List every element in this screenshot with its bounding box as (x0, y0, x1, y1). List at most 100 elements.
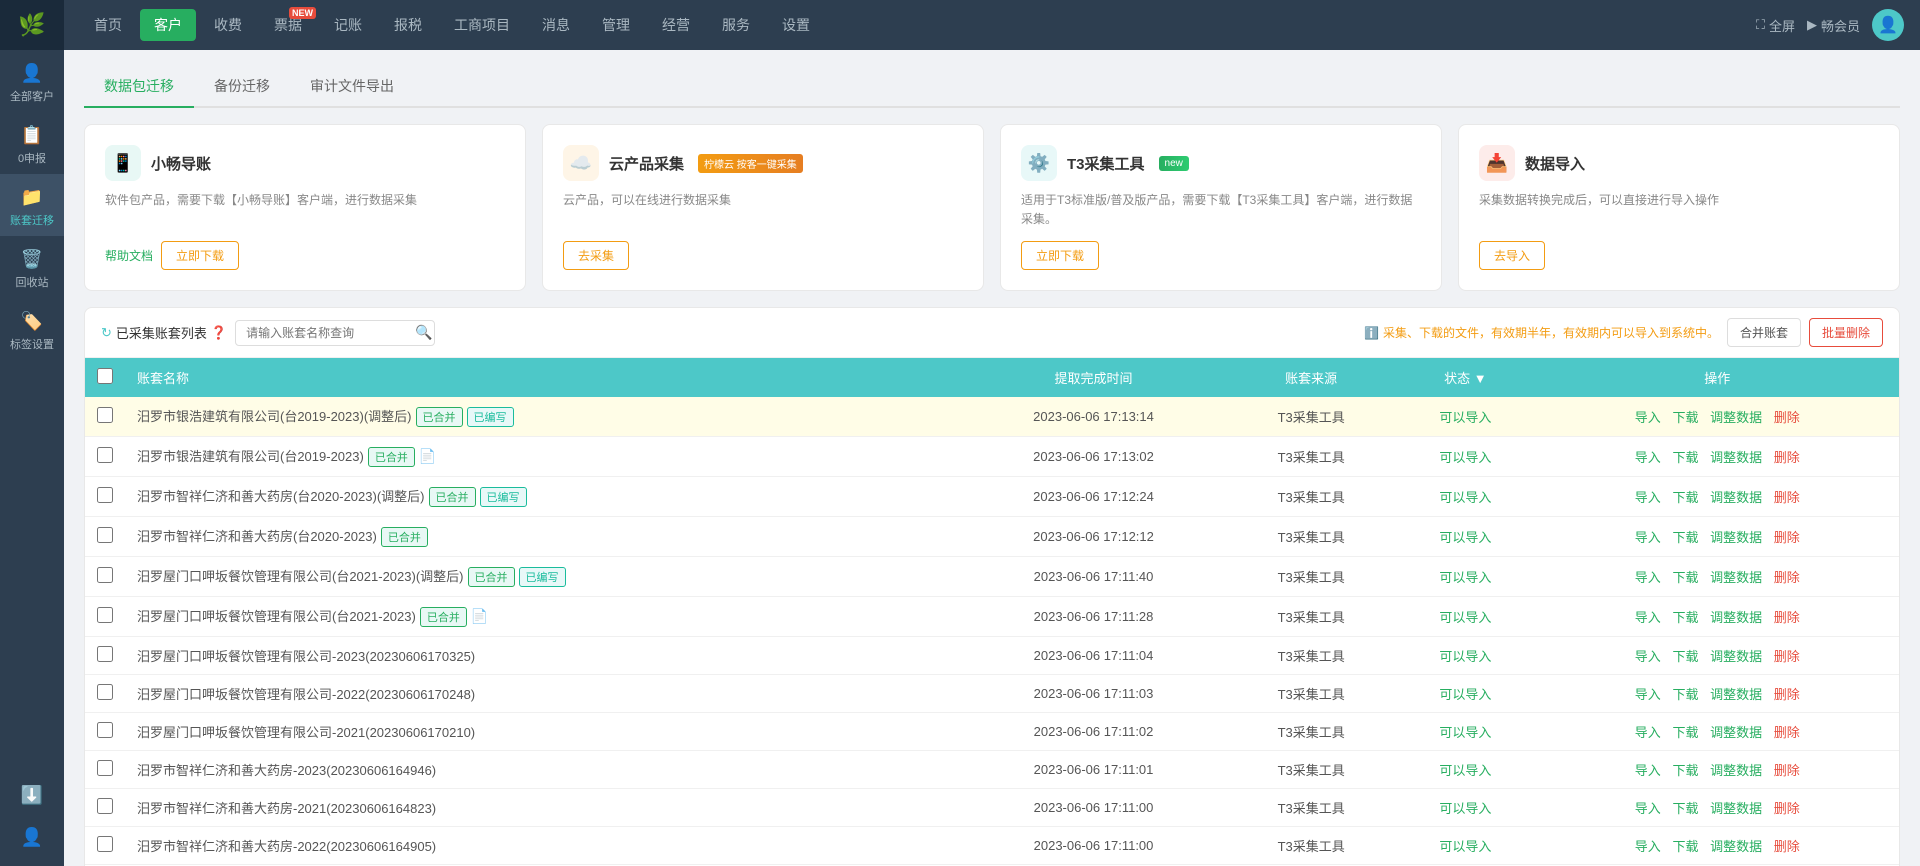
nav-home[interactable]: 首页 (80, 9, 136, 41)
import-btn[interactable]: 导入 (1631, 407, 1665, 426)
sidebar-item-recycle[interactable]: 🗑️ 回收站 (0, 236, 64, 298)
delete-btn[interactable]: 删除 (1770, 487, 1804, 506)
import-btn[interactable]: 导入 (1631, 487, 1665, 506)
row-checkbox[interactable] (97, 567, 113, 583)
tab-data-migration[interactable]: 数据包迁移 (84, 66, 194, 108)
row-checkbox[interactable] (97, 798, 113, 814)
row-checkbox-cell[interactable] (85, 517, 125, 557)
delete-btn[interactable]: 删除 (1770, 527, 1804, 546)
user-avatar[interactable]: 👤 (1872, 9, 1904, 41)
row-checkbox-cell[interactable] (85, 437, 125, 477)
sidebar-item-all-clients[interactable]: 👤 全部客户 (0, 50, 64, 112)
adjust-btn[interactable]: 调整数据 (1706, 407, 1766, 426)
import-btn[interactable]: 导入 (1631, 646, 1665, 665)
help-icon[interactable]: ❓ (211, 325, 227, 341)
search-input[interactable] (235, 320, 435, 346)
row-checkbox-cell[interactable] (85, 751, 125, 789)
download-btn[interactable]: 下载 (1668, 722, 1702, 741)
row-checkbox-cell[interactable] (85, 713, 125, 751)
import-btn[interactable]: 导入 (1631, 684, 1665, 703)
row-checkbox[interactable] (97, 760, 113, 776)
row-checkbox[interactable] (97, 836, 113, 852)
import-btn[interactable]: 导入 (1631, 836, 1665, 855)
adjust-btn[interactable]: 调整数据 (1706, 722, 1766, 741)
import-btn[interactable]: 导入 (1631, 607, 1665, 626)
import-btn[interactable]: 导入 (1631, 760, 1665, 779)
nav-tax[interactable]: 报税 (380, 9, 436, 41)
merge-btn[interactable]: 合并账套 (1727, 318, 1801, 347)
row-checkbox-cell[interactable] (85, 789, 125, 827)
import-btn[interactable]: 导入 (1631, 798, 1665, 817)
adjust-btn[interactable]: 调整数据 (1706, 607, 1766, 626)
tab-audit-export[interactable]: 审计文件导出 (290, 66, 414, 108)
download-btn[interactable]: 下载 (1668, 567, 1702, 586)
import-btn[interactable]: 导入 (1631, 527, 1665, 546)
download-btn[interactable]: 下载 (1668, 684, 1702, 703)
download-t3-btn[interactable]: 立即下载 (1021, 241, 1099, 270)
delete-btn[interactable]: 删除 (1770, 684, 1804, 703)
row-checkbox-cell[interactable] (85, 597, 125, 637)
download-btn[interactable]: 下载 (1668, 447, 1702, 466)
nav-invoice[interactable]: 票据 NEW (260, 9, 316, 41)
sidebar-item-download[interactable]: ⬇️ (0, 772, 64, 814)
delete-btn[interactable]: 删除 (1770, 836, 1804, 855)
download-btn[interactable]: 下载 (1668, 607, 1702, 626)
go-import-btn[interactable]: 去导入 (1479, 241, 1545, 270)
download-btn[interactable]: 下载 (1668, 487, 1702, 506)
import-btn[interactable]: 导入 (1631, 447, 1665, 466)
header-checkbox-cell[interactable] (85, 358, 125, 397)
sidebar-item-tag-settings[interactable]: 🏷️ 标签设置 (0, 298, 64, 360)
download-btn[interactable]: 下载 (1668, 527, 1702, 546)
delete-btn[interactable]: 删除 (1770, 798, 1804, 817)
sidebar-item-account-migration[interactable]: 📁 账套迁移 (0, 174, 64, 236)
adjust-btn[interactable]: 调整数据 (1706, 447, 1766, 466)
col-status[interactable]: 状态 ▼ (1395, 358, 1535, 397)
row-checkbox[interactable] (97, 447, 113, 463)
adjust-btn[interactable]: 调整数据 (1706, 646, 1766, 665)
sidebar-item-user-bottom[interactable]: 👤 (0, 814, 64, 856)
member-btn[interactable]: ▶ 畅会员 (1807, 16, 1860, 35)
row-checkbox[interactable] (97, 487, 113, 503)
nav-messages[interactable]: 消息 (528, 9, 584, 41)
sidebar-item-zero-report[interactable]: 📋 0申报 (0, 112, 64, 174)
adjust-btn[interactable]: 调整数据 (1706, 684, 1766, 703)
fullscreen-btn[interactable]: ⛶ 全屏 (1756, 16, 1795, 35)
header-checkbox[interactable] (97, 368, 113, 384)
row-checkbox-cell[interactable] (85, 827, 125, 865)
nav-billing[interactable]: 收费 (200, 9, 256, 41)
download-btn[interactable]: 下载 (1668, 798, 1702, 817)
download-btn[interactable]: 下载 (1668, 760, 1702, 779)
row-checkbox[interactable] (97, 646, 113, 662)
adjust-btn[interactable]: 调整数据 (1706, 487, 1766, 506)
row-checkbox[interactable] (97, 527, 113, 543)
nav-management[interactable]: 管理 (588, 9, 644, 41)
delete-btn[interactable]: 删除 (1770, 447, 1804, 466)
row-checkbox-cell[interactable] (85, 557, 125, 597)
delete-btn[interactable]: 删除 (1770, 760, 1804, 779)
refresh-icon[interactable]: ↻ (101, 325, 112, 341)
tab-backup-migration[interactable]: 备份迁移 (194, 66, 290, 108)
row-checkbox[interactable] (97, 407, 113, 423)
download-btn[interactable]: 下载 (1668, 646, 1702, 665)
row-checkbox-cell[interactable] (85, 637, 125, 675)
batch-delete-btn[interactable]: 批量删除 (1809, 318, 1883, 347)
nav-settings[interactable]: 设置 (768, 9, 824, 41)
delete-btn[interactable]: 删除 (1770, 646, 1804, 665)
download-now-btn[interactable]: 立即下载 (161, 241, 239, 270)
nav-operations[interactable]: 经营 (648, 9, 704, 41)
nav-clients[interactable]: 客户 (140, 9, 196, 41)
download-btn[interactable]: 下载 (1668, 407, 1702, 426)
nav-business[interactable]: 工商项目 (440, 9, 524, 41)
import-btn[interactable]: 导入 (1631, 567, 1665, 586)
app-logo[interactable]: 🌿 (0, 0, 64, 50)
row-checkbox-cell[interactable] (85, 477, 125, 517)
adjust-btn[interactable]: 调整数据 (1706, 527, 1766, 546)
download-btn[interactable]: 下载 (1668, 836, 1702, 855)
row-checkbox-cell[interactable] (85, 397, 125, 437)
delete-btn[interactable]: 删除 (1770, 722, 1804, 741)
nav-services[interactable]: 服务 (708, 9, 764, 41)
go-collect-btn[interactable]: 去采集 (563, 241, 629, 270)
nav-accounting[interactable]: 记账 (320, 9, 376, 41)
adjust-btn[interactable]: 调整数据 (1706, 798, 1766, 817)
search-button[interactable]: 🔍 (415, 324, 432, 341)
